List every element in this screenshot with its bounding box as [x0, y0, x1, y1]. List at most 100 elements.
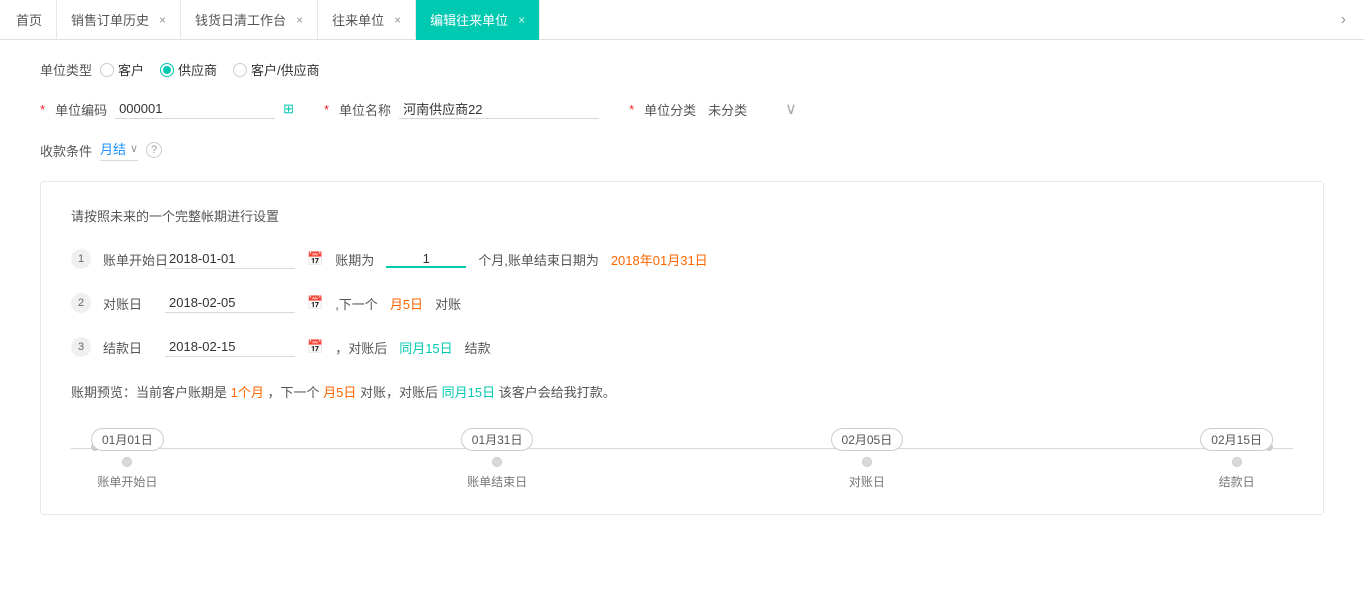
period-prefix: 账期为 — [335, 250, 374, 269]
unit-name-field: * 单位名称 — [324, 99, 599, 119]
start-date-calendar[interactable]: 📅 — [307, 251, 323, 267]
tab-cashflow-label: 钱货日清工作台 — [195, 10, 286, 29]
timeline-badge-4: 02月15日 — [1200, 428, 1273, 451]
reconcile-date-calendar[interactable]: 📅 — [307, 295, 323, 311]
row-num-2: 2 — [71, 293, 91, 313]
payment-highlight: 同月15日 — [399, 338, 452, 357]
timeline-label-1: 账单开始日 — [97, 473, 157, 490]
unit-category-star: * — [629, 102, 634, 117]
unit-category-value: 未分类 — [708, 100, 747, 119]
tab-edit-partner[interactable]: 编辑往来单位 × — [416, 0, 540, 40]
page-content: 单位类型 客户 供应商 客户/供应商 * 单位编码 — [0, 40, 1364, 608]
unit-info-row: * 单位编码 ⊞ * 单位名称 * 单位分类 未分类 ∨ — [40, 99, 1324, 119]
unit-code-label: 单位编码 — [55, 100, 107, 119]
tab-cashflow-close[interactable]: × — [296, 13, 303, 27]
preview-text: 账期预览：当前客户账期是 1个月 ，下一个 月5日 对账，对账后 同月15日 该… — [71, 381, 1293, 404]
preview-suffix: 该客户会给我打款。 — [499, 385, 616, 400]
start-date-value: 2018-01-01 — [165, 249, 295, 269]
period-unit-text: 个月,账单结束日期为 — [478, 250, 599, 269]
setting-row-3: 3 结款日 2018-02-15 📅 ，对账后 同月15日 结款 — [71, 337, 1293, 357]
unit-name-input[interactable] — [399, 99, 599, 119]
row-label-2: 对账日 — [103, 294, 153, 313]
timeline-dot-1 — [122, 457, 132, 467]
payment-terms-field: 收款条件 月结 ∨ ? — [40, 139, 162, 161]
payment-prefix: ，对账后 — [335, 338, 387, 357]
unit-type-row: 单位类型 客户 供应商 客户/供应商 — [40, 60, 1324, 79]
tab-more-button[interactable]: › — [1331, 11, 1356, 29]
reconcile-suffix: 对账 — [435, 294, 461, 313]
settings-panel: 请按照未来的一个完整帐期进行设置 1 账单开始日 2018-01-01 📅 账期… — [40, 181, 1324, 515]
end-date-highlight: 2018年01月31日 — [611, 250, 708, 269]
unit-code-input[interactable] — [115, 99, 275, 119]
timeline-badge-2: 01月31日 — [461, 428, 534, 451]
setting-row-1: 1 账单开始日 2018-01-01 📅 账期为 个月,账单结束日期为 2018… — [71, 249, 1293, 269]
tab-partner-close[interactable]: × — [394, 13, 401, 27]
radio-customer-label: 客户 — [118, 60, 144, 79]
unit-type-field: 单位类型 客户 供应商 客户/供应商 — [40, 60, 320, 79]
preview-mid1: ，下一个 — [268, 385, 320, 400]
radio-customer-supplier-circle[interactable] — [233, 63, 247, 77]
payment-terms-chevron[interactable]: ∨ — [130, 142, 138, 155]
payment-suffix: 结款 — [465, 338, 491, 357]
tab-bar: 首页 销售订单历史 × 钱货日清工作台 × 往来单位 × 编辑往来单位 × › — [0, 0, 1364, 40]
timeline-label-3: 对账日 — [849, 473, 885, 490]
radio-customer-supplier[interactable]: 客户/供应商 — [233, 60, 320, 79]
tab-sales-history-label: 销售订单历史 — [71, 10, 149, 29]
unit-type-label: 单位类型 — [40, 60, 92, 79]
row-label-1: 账单开始日 — [103, 250, 153, 269]
preview-1m: 1个月 — [231, 385, 264, 400]
tab-partner-label: 往来单位 — [332, 10, 384, 29]
row-num-3: 3 — [71, 337, 91, 357]
unit-category-chevron[interactable]: ∨ — [785, 99, 797, 119]
timeline-node-1: 01月01日 账单开始日 — [91, 428, 164, 490]
radio-customer-supplier-label: 客户/供应商 — [251, 60, 320, 79]
tab-sales-history-close[interactable]: × — [159, 13, 166, 27]
timeline-container: 01月01日 账单开始日 01月31日 账单结束日 02月05日 对账日 02月… — [71, 428, 1293, 490]
payment-date-calendar[interactable]: 📅 — [307, 339, 323, 355]
unit-name-star: * — [324, 102, 329, 117]
radio-customer[interactable]: 客户 — [100, 60, 144, 79]
timeline-dot-4 — [1232, 457, 1242, 467]
timeline-badge-3: 02月05日 — [831, 428, 904, 451]
payment-terms-select[interactable]: 月结 ∨ — [100, 139, 138, 161]
reconcile-prefix: ,下一个 — [335, 294, 378, 313]
tab-sales-history[interactable]: 销售订单历史 × — [57, 0, 181, 40]
payment-terms-label: 收款条件 — [40, 141, 92, 160]
radio-supplier-circle[interactable] — [160, 63, 174, 77]
reconcile-highlight: 月5日 — [390, 294, 423, 313]
setting-row-2: 2 对账日 2018-02-05 📅 ,下一个 月5日 对账 — [71, 293, 1293, 313]
row-label-3: 结款日 — [103, 338, 153, 357]
tab-edit-partner-close[interactable]: × — [518, 13, 525, 27]
tab-partner[interactable]: 往来单位 × — [318, 0, 416, 40]
timeline-badge-1: 01月01日 — [91, 428, 164, 451]
radio-supplier-label: 供应商 — [178, 60, 217, 79]
payment-terms-help[interactable]: ? — [146, 142, 162, 158]
timeline-node-4: 02月15日 结款日 — [1200, 428, 1273, 490]
timeline-dot-3 — [862, 457, 872, 467]
row-num-1: 1 — [71, 249, 91, 269]
tab-home-label: 首页 — [16, 10, 42, 29]
tab-edit-partner-label: 编辑往来单位 — [430, 10, 508, 29]
payment-terms-value: 月结 — [100, 139, 126, 158]
reconcile-date-value: 2018-02-05 — [165, 293, 295, 313]
tab-home[interactable]: 首页 — [8, 0, 57, 40]
preview-mid2: 对账，对账后 — [360, 385, 438, 400]
unit-category-field: * 单位分类 未分类 ∨ — [629, 99, 797, 119]
preview-date1: 月5日 — [323, 385, 356, 400]
timeline-node-3: 02月05日 对账日 — [831, 428, 904, 490]
preview-date2: 同月15日 — [442, 385, 495, 400]
panel-title: 请按照未来的一个完整帐期进行设置 — [71, 206, 1293, 225]
radio-customer-circle[interactable] — [100, 63, 114, 77]
period-input[interactable] — [386, 251, 466, 268]
preview-prefix: 账期预览：当前客户账期是 — [71, 385, 227, 400]
unit-code-star: * — [40, 102, 45, 117]
payment-date-value: 2018-02-15 — [165, 337, 295, 357]
tab-cashflow[interactable]: 钱货日清工作台 × — [181, 0, 318, 40]
timeline-label-2: 账单结束日 — [467, 473, 527, 490]
unit-code-copy-icon[interactable]: ⊞ — [283, 101, 294, 117]
timeline-node-2: 01月31日 账单结束日 — [461, 428, 534, 490]
radio-supplier[interactable]: 供应商 — [160, 60, 217, 79]
unit-category-label: 单位分类 — [644, 100, 696, 119]
timeline-label-4: 结款日 — [1219, 473, 1255, 490]
unit-type-radio-group: 客户 供应商 客户/供应商 — [100, 60, 320, 79]
